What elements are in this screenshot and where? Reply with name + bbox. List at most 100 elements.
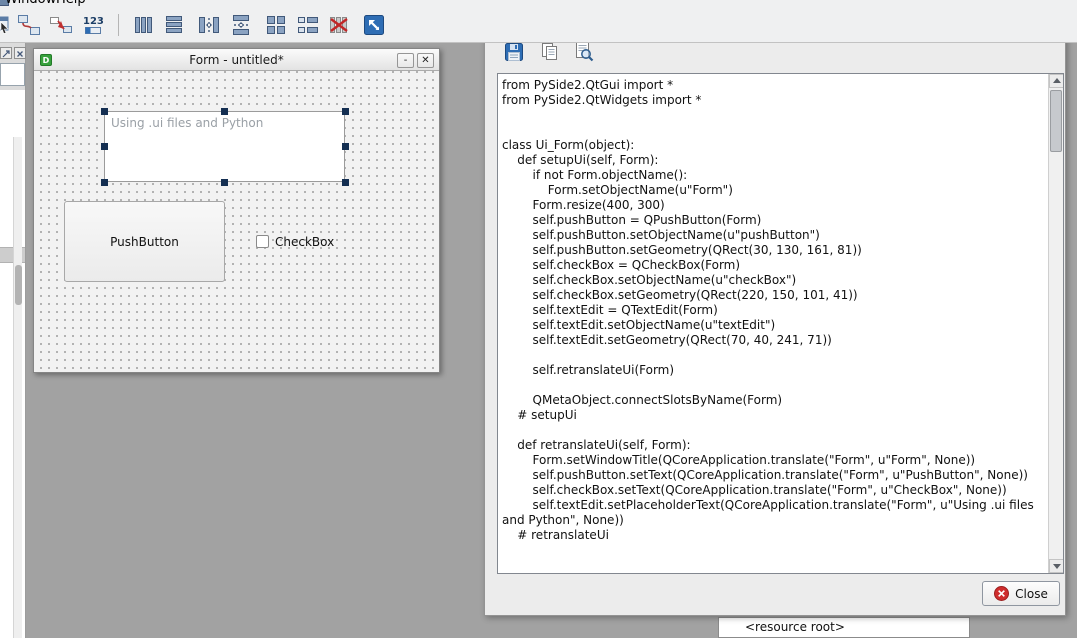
edit-signals-slots-icon — [17, 13, 41, 37]
arrow-down-icon — [1053, 564, 1061, 569]
break-layout-icon — [327, 13, 351, 37]
scrollbar-thumb[interactable] — [1050, 90, 1062, 152]
code-scrollbar[interactable] — [1048, 74, 1063, 573]
code-line — [502, 123, 1046, 138]
code-line: if not Form.objectName(): — [502, 168, 1046, 183]
selection-handle-top-right[interactable] — [342, 108, 349, 115]
form-file-icon: D — [40, 54, 52, 66]
edit-tab-order-button[interactable]: 123 — [80, 12, 106, 38]
form-window-title: Form - untitled* — [189, 53, 283, 67]
layout-grid-icon — [264, 13, 288, 37]
float-icon — [1, 49, 11, 59]
pushbutton-label: PushButton — [110, 235, 179, 249]
form-canvas[interactable]: Using .ui files and Python PushButton Ch… — [34, 71, 439, 372]
find-icon — [573, 41, 595, 63]
selection-handle-top-left[interactable] — [101, 108, 108, 115]
layout-grid-button[interactable] — [263, 12, 289, 38]
break-layout-button[interactable] — [326, 12, 352, 38]
textedit-widget[interactable]: Using .ui files and Python — [104, 111, 345, 182]
resource-root-item[interactable]: <resource root> — [719, 618, 969, 634]
layout-vertical-icon — [162, 13, 186, 37]
selection-handle-bottom-left[interactable] — [101, 179, 108, 186]
form-window-titlebar[interactable]: D Form - untitled* - ✕ — [34, 49, 439, 71]
code-line — [502, 423, 1046, 438]
code-line: self.textEdit.setObjectName(u"textEdit") — [502, 318, 1046, 333]
checkbox-widget[interactable]: CheckBox — [254, 221, 355, 262]
code-line: Form.resize(400, 300) — [502, 198, 1046, 213]
layout-splitter-horizontal-icon — [197, 13, 221, 37]
code-line: class Ui_Form(object): — [502, 138, 1046, 153]
selection-handle-mid-left[interactable] — [101, 143, 108, 150]
close-dialog-button[interactable]: Close — [982, 581, 1060, 606]
close-icon — [15, 49, 25, 59]
code-line: from PySide2.QtWidgets import * — [502, 93, 1046, 108]
edit-widgets-icon — [0, 13, 13, 37]
pushbutton-widget[interactable]: PushButton — [64, 201, 225, 282]
checkbox-label: CheckBox — [275, 235, 334, 249]
code-line: self.checkBox.setText(QCoreApplication.t… — [502, 483, 1046, 498]
form-editor-window: D Form - untitled* - ✕ Using .ui files a… — [33, 48, 440, 373]
widget-filter-input[interactable] — [0, 63, 25, 86]
qt-designer-window: Window Help — [0, 0, 1077, 638]
code-line: Form.setWindowTitle(QCoreApplication.tra… — [502, 453, 1046, 468]
close-button-label: Close — [1015, 587, 1048, 601]
edit-buddies-icon — [49, 13, 73, 37]
code-line: self.textEdit.setPlaceholderText(QCoreAp… — [502, 498, 1046, 513]
code-line: self.textEdit = QTextEdit(Form) — [502, 303, 1046, 318]
dock-float-button[interactable] — [0, 47, 12, 59]
edit-widgets-button[interactable] — [0, 12, 14, 38]
widget-list-scrollbar-thumb[interactable] — [15, 265, 22, 305]
widget-box-dock-fragment — [0, 43, 26, 638]
code-view[interactable]: from PySide2.QtGui import *from PySide2.… — [497, 73, 1064, 574]
menu-window[interactable]: Window — [5, 0, 56, 7]
layout-form-icon — [296, 13, 320, 37]
code-text: from PySide2.QtGui import *from PySide2.… — [502, 78, 1046, 543]
code-preview-dialog: from PySide2.QtGui import *from PySide2.… — [484, 36, 1066, 616]
scroll-up-button[interactable] — [1049, 74, 1064, 88]
selection-handle-top-center[interactable] — [221, 108, 228, 115]
checkbox-indicator[interactable] — [256, 235, 269, 248]
adjust-size-icon — [362, 13, 386, 37]
edit-signals-slots-button[interactable] — [16, 12, 42, 38]
layout-form-button[interactable] — [295, 12, 321, 38]
code-line: self.checkBox.setGeometry(QRect(220, 150… — [502, 288, 1046, 303]
menu-help[interactable]: Help — [56, 0, 86, 7]
widget-list-fragment[interactable] — [0, 90, 25, 638]
code-line: QMetaObject.connectSlotsByName(Form) — [502, 393, 1046, 408]
code-line: def setupUi(self, Form): — [502, 153, 1046, 168]
dock-close-button[interactable] — [14, 47, 26, 59]
code-line — [502, 348, 1046, 363]
code-line: # setupUi — [502, 408, 1046, 423]
code-line: self.pushButton.setObjectName(u"pushButt… — [502, 228, 1046, 243]
edit-tab-order-icon: 123 — [81, 13, 105, 37]
selection-handle-bottom-right[interactable] — [342, 179, 349, 186]
close-circle-icon — [994, 586, 1009, 601]
menu-bar: Window Help — [0, 0, 1077, 7]
code-line: def retranslateUi(self, Form): — [502, 438, 1046, 453]
widget-list-scrollbar[interactable] — [13, 137, 22, 638]
adjust-size-button[interactable] — [361, 12, 387, 38]
layout-splitter-vertical-button[interactable] — [228, 12, 254, 38]
scroll-down-button[interactable] — [1049, 559, 1064, 573]
selection-handle-bottom-center[interactable] — [221, 179, 228, 186]
edit-buddies-button[interactable] — [48, 12, 74, 38]
layout-splitter-horizontal-button[interactable] — [196, 12, 222, 38]
form-close-button[interactable]: ✕ — [417, 53, 434, 68]
layout-horizontal-button[interactable] — [131, 12, 157, 38]
layout-splitter-vertical-icon — [229, 13, 253, 37]
resource-browser-fragment: <resource root> — [718, 617, 970, 638]
svg-text:123: 123 — [83, 16, 104, 27]
layout-vertical-button[interactable] — [161, 12, 187, 38]
code-line: and Python", None)) — [502, 513, 1046, 528]
selection-handle-mid-right[interactable] — [342, 143, 349, 150]
code-line: self.pushButton.setText(QCoreApplication… — [502, 468, 1046, 483]
arrow-up-icon — [1053, 78, 1061, 83]
toolbar-separator — [118, 14, 119, 36]
form-minimize-button[interactable]: - — [397, 53, 414, 68]
code-line — [502, 378, 1046, 393]
code-line: self.pushButton = QPushButton(Form) — [502, 213, 1046, 228]
main-toolbar: 123 — [0, 7, 1077, 43]
code-line: self.textEdit.setGeometry(QRect(70, 40, … — [502, 333, 1046, 348]
code-line: self.checkBox.setObjectName(u"checkBox") — [502, 273, 1046, 288]
copy-icon — [539, 41, 561, 63]
